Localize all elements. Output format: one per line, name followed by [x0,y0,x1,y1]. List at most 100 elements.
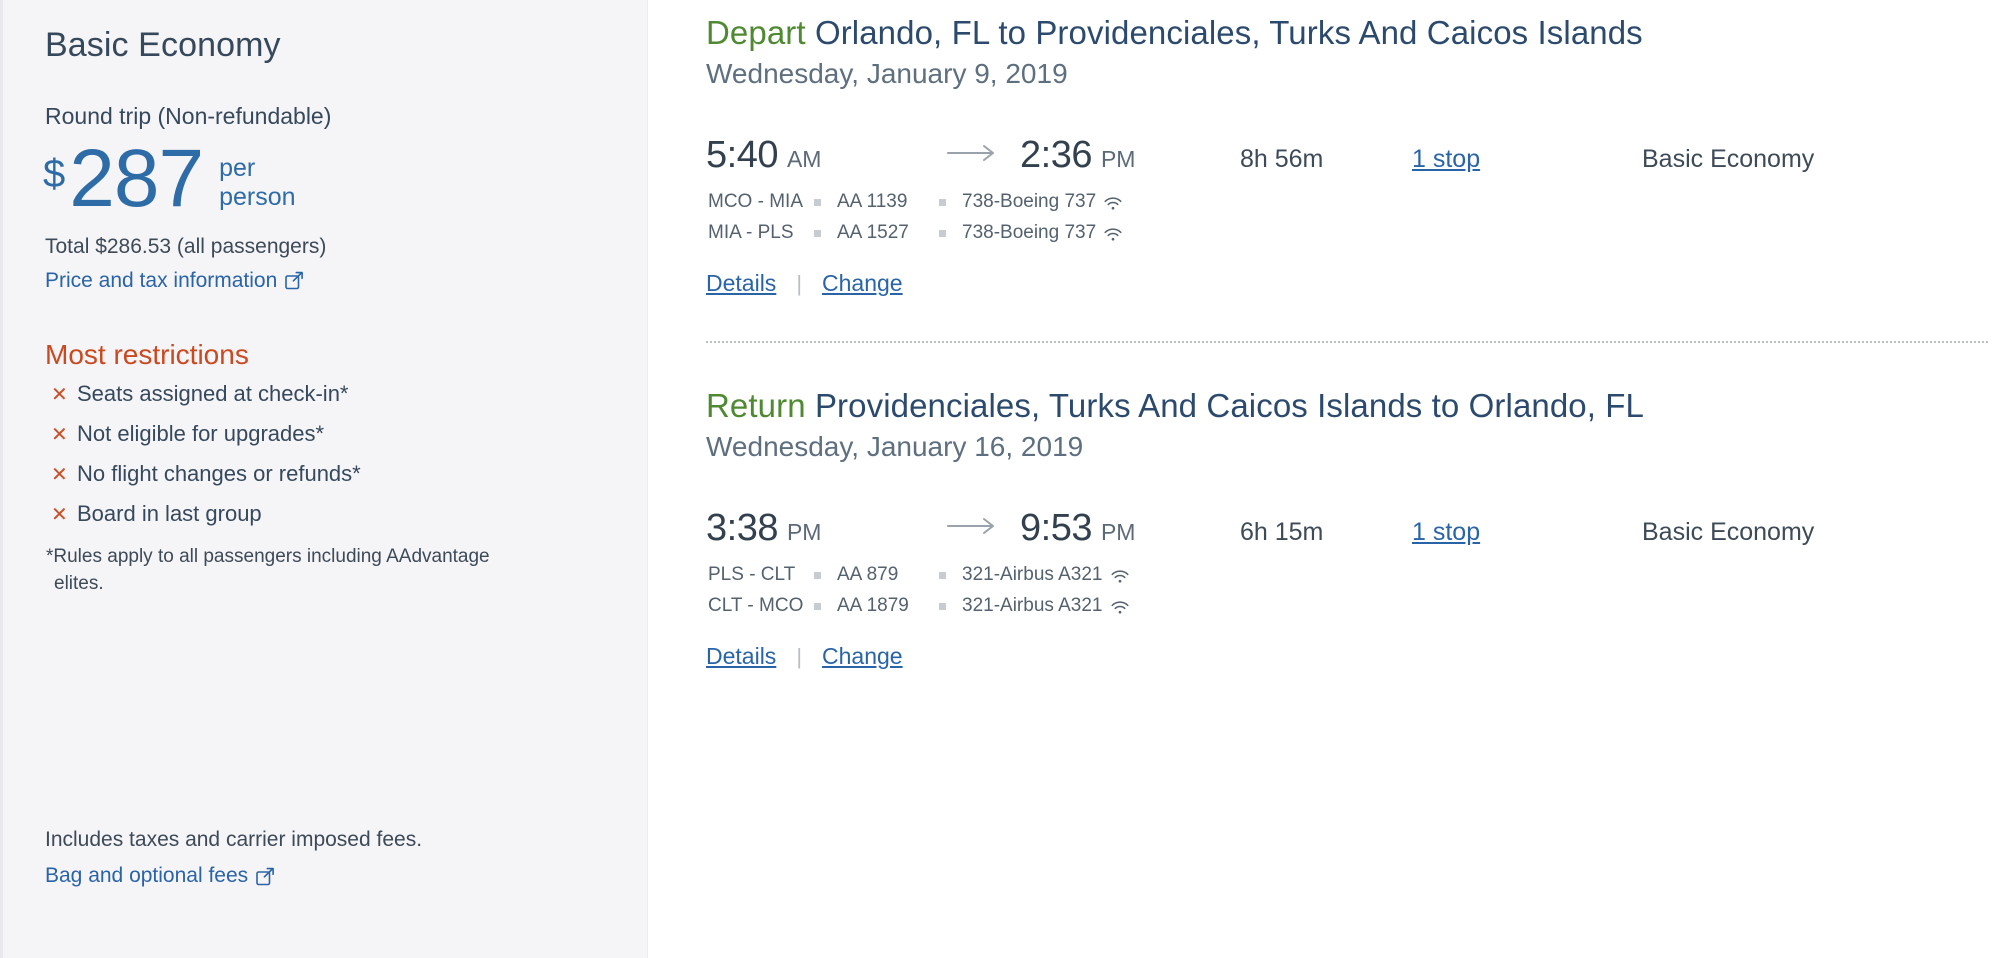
leg-route-label: Providenciales, Turks And Caicos Islands… [814,387,1645,424]
leg-title-depart: Depart Orlando, FL to Providenciales, Tu… [706,14,1982,52]
arrow-right-icon [924,139,1020,169]
x-mark-icon: ✕ [51,383,68,406]
list-item: ✕ Not eligible for upgrades* [43,421,607,447]
cabin-class-label: Basic Economy [1642,518,1815,546]
details-link[interactable]: Details [706,270,776,297]
wifi-icon [1110,568,1129,583]
segment-route: MCO - MIA [708,191,803,212]
external-link-icon [256,867,275,886]
leg-actions-return: Details | Change [706,643,1982,670]
leg-divider [706,341,1988,343]
leg-kind-label: Return [706,387,806,424]
stops-link[interactable]: 1 stop [1412,145,1642,174]
restriction-label: Seats assigned at check-in* [77,380,349,406]
arrival-time-value: 2:36 [1020,134,1092,176]
segment-route: MIA - PLS [708,222,794,243]
segment-list-return: PLS - CLT AA 879 321-Airbus A321 CLT - M… [708,564,1982,617]
page-title: Basic Economy [45,26,281,64]
itinerary-main: Depart Orlando, FL to Providenciales, Tu… [648,0,1992,958]
segment-flight-number: AA 879 [837,564,899,585]
wifi-icon [1110,599,1129,614]
change-link[interactable]: Change [822,270,903,297]
total-price-label: Total $286.53 (all passengers) [45,234,327,258]
restriction-label: Not eligible for upgrades* [77,420,325,446]
arrival-time: 9:53 PM [1020,507,1240,550]
bag-and-optional-fees-link[interactable]: Bag and optional fees [45,864,275,888]
flight-leg-depart: Depart Orlando, FL to Providenciales, Tu… [706,14,1992,297]
leg-route-label: Orlando, FL to Providenciales, Turks And… [814,14,1643,51]
square-separator-icon [814,198,821,206]
square-separator-icon [939,229,946,237]
segment-equipment-label: 321-Airbus A321 [962,595,1103,616]
arrival-time-meridiem: PM [1100,146,1136,172]
restriction-label: No flight changes or refunds* [77,460,361,486]
segment-equipment: 738-Boeing 737 [962,222,1122,244]
restrictions-list: ✕ Seats assigned at check-in* ✕ Not elig… [43,381,607,541]
currency-symbol: $ [43,152,66,196]
departure-time-value: 3:38 [706,507,778,549]
departure-time-value: 5:40 [706,134,778,176]
details-link[interactable]: Details [706,643,776,670]
action-separator: | [796,643,803,669]
leg-title-return: Return Providenciales, Turks And Caicos … [706,387,1982,425]
cabin-class-label: Basic Economy [1642,145,1815,173]
segment-row: PLS - CLT AA 879 321-Airbus A321 [708,564,1982,586]
arrival-time-value: 9:53 [1020,507,1092,549]
segment-route: PLS - CLT [708,564,796,585]
segment-equipment: 738-Boeing 737 [962,191,1122,213]
x-mark-icon: ✕ [51,503,68,526]
departure-time: 5:40 AM [706,134,924,177]
segment-equipment-label: 738-Boeing 737 [962,191,1097,212]
sidebar-footer: Includes taxes and carrier imposed fees.… [43,828,607,958]
itinerary-page: Basic Economy Round trip (Non-refundable… [0,0,1992,958]
leg-actions-depart: Details | Change [706,270,1982,297]
price-and-tax-information-link[interactable]: Price and tax information [45,269,607,293]
leg-kind-label: Depart [706,14,806,51]
segment-row: MIA - PLS AA 1527 738-Boeing 737 [708,222,1982,244]
action-separator: | [796,270,803,296]
price-block: $ 287 per person [43,133,607,224]
segment-flight-number: AA 1527 [837,222,909,243]
segment-list-depart: MCO - MIA AA 1139 738-Boeing 737 MIA - P… [708,191,1982,244]
bag-and-optional-fees-label: Bag and optional fees [45,864,249,887]
wifi-icon [1104,195,1122,210]
trip-type-label: Round trip (Non-refundable) [45,103,332,129]
external-link-icon [285,271,304,290]
price-amount: 287 [69,133,204,224]
square-separator-icon [939,602,946,610]
flight-summary-row-return: 3:38 PM 9:53 PM 6h 15m 1 stop Basic Econ… [706,507,1982,550]
list-item: ✕ Seats assigned at check-in* [43,381,607,407]
flight-leg-return: Return Providenciales, Turks And Caicos … [706,387,1992,670]
x-mark-icon: ✕ [51,423,68,446]
square-separator-icon [814,571,821,579]
segment-route: CLT - MCO [708,595,804,616]
arrival-time-meridiem: PM [1100,519,1136,545]
wifi-icon [1104,226,1122,241]
leg-date-depart: Wednesday, January 9, 2019 [706,58,1068,89]
segment-equipment-label: 321-Airbus A321 [962,564,1103,585]
list-item: ✕ No flight changes or refunds* [43,461,607,487]
stops-link[interactable]: 1 stop [1412,518,1642,547]
segment-equipment-label: 738-Boeing 737 [962,222,1097,243]
restriction-label: Board in last group [77,500,262,526]
includes-taxes-label: Includes taxes and carrier imposed fees. [45,828,423,851]
x-mark-icon: ✕ [51,463,68,486]
square-separator-icon [939,571,946,579]
departure-time-meridiem: AM [786,146,822,172]
square-separator-icon [814,229,821,237]
departure-time: 3:38 PM [706,507,924,550]
square-separator-icon [939,198,946,206]
leg-date-return: Wednesday, January 16, 2019 [706,431,1084,462]
departure-time-meridiem: PM [786,519,822,545]
price-unit: per person [219,154,295,212]
flight-summary-row-depart: 5:40 AM 2:36 PM 8h 56m 1 stop Basic Econ… [706,134,1982,177]
segment-equipment: 321-Airbus A321 [962,564,1129,586]
segment-flight-number: AA 1879 [837,595,909,616]
rules-footnote: *Rules apply to all passengers including… [46,545,490,595]
segment-row: MCO - MIA AA 1139 738-Boeing 737 [708,191,1982,213]
restrictions-heading: Most restrictions [45,338,249,370]
change-link[interactable]: Change [822,643,903,670]
flight-duration: 8h 56m [1240,145,1324,173]
segment-row: CLT - MCO AA 1879 321-Airbus A321 [708,595,1982,617]
square-separator-icon [814,602,821,610]
